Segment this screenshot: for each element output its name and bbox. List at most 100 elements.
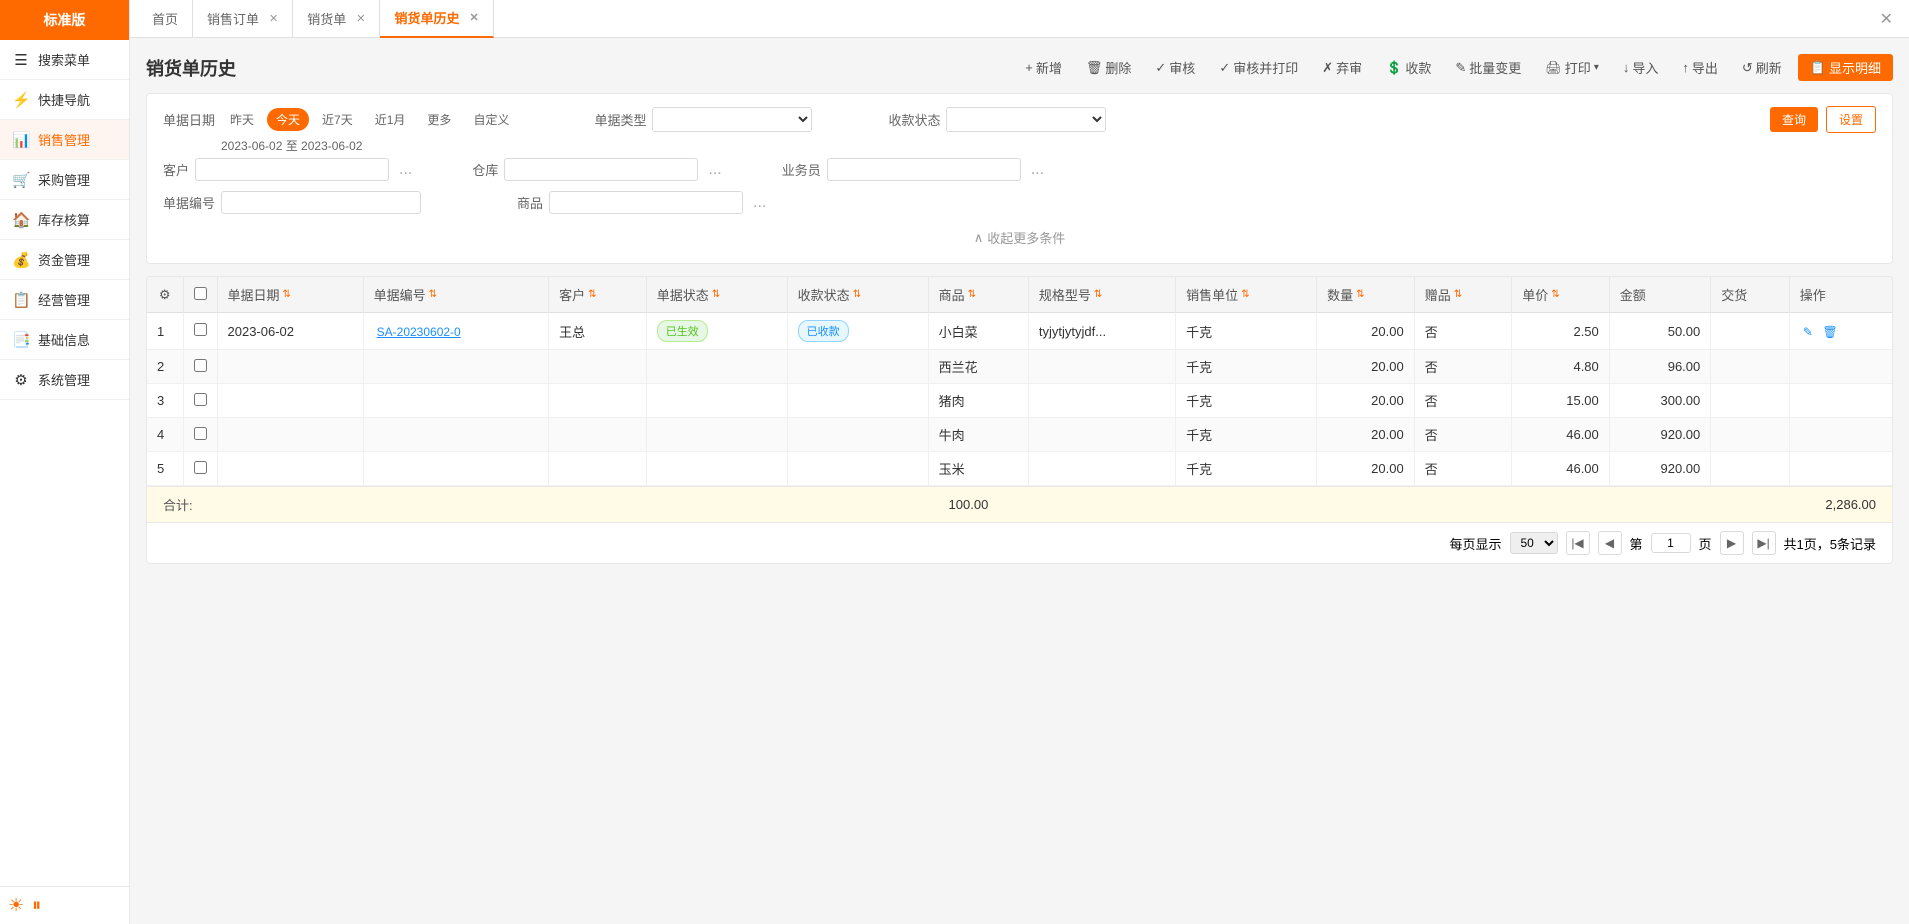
collect-button[interactable]: 💲 收款: [1378, 54, 1439, 81]
cell-checkbox[interactable]: [183, 350, 217, 384]
th-spec-type-sort[interactable]: ⇅: [1094, 289, 1102, 300]
salesperson-input[interactable]: [827, 158, 1021, 181]
tab-sales-delivery-close[interactable]: ✕: [356, 12, 365, 25]
row-checkbox[interactable]: [194, 323, 207, 336]
th-gift-sort[interactable]: ⇅: [1454, 289, 1462, 300]
doc-type-select[interactable]: [652, 107, 812, 132]
th-sales-unit[interactable]: 销售单位 ⇅: [1176, 277, 1317, 313]
th-checkbox[interactable]: [183, 277, 217, 313]
tab-sales-delivery[interactable]: 销货单 ✕: [293, 0, 380, 38]
date-chip-1month[interactable]: 近1月: [366, 108, 415, 131]
th-customer-sort[interactable]: ⇅: [588, 289, 596, 300]
goods-dots[interactable]: ...: [749, 194, 770, 212]
sidebar-item-ops-mgmt[interactable]: 📋 经营管理: [0, 280, 129, 320]
warehouse-input[interactable]: [504, 158, 698, 181]
show-detail-button[interactable]: 📋 显示明细: [1798, 54, 1893, 81]
last-page-btn[interactable]: ▶|: [1752, 531, 1776, 555]
cell-checkbox[interactable]: [183, 313, 217, 350]
audit-print-button[interactable]: ✓ 审核并打印: [1211, 54, 1306, 81]
collapse-filter-btn[interactable]: ∧ 收起更多条件: [163, 224, 1876, 251]
goods-input[interactable]: [549, 191, 743, 214]
row-checkbox[interactable]: [194, 461, 207, 474]
doc-number-link[interactable]: [374, 360, 380, 374]
tab-sales-history[interactable]: 销货单历史 ✕: [380, 0, 493, 38]
doc-number-link[interactable]: [374, 394, 380, 408]
prev-page-btn[interactable]: ◀: [1598, 531, 1622, 555]
tab-sales-order-close[interactable]: ✕: [269, 12, 278, 25]
tab-sales-history-close[interactable]: ✕: [470, 11, 479, 24]
cell-doc-number[interactable]: SA-20230602-0: [363, 313, 549, 350]
next-page-btn[interactable]: ▶: [1720, 531, 1744, 555]
sidebar-item-purchase-mgmt[interactable]: 🛒 采购管理: [0, 160, 129, 200]
date-chip-yesterday[interactable]: 昨天: [221, 108, 263, 131]
sidebar-collapse-btn[interactable]: ⏸: [32, 895, 41, 916]
select-all-checkbox[interactable]: [194, 287, 207, 300]
tab-sales-order[interactable]: 销售订单 ✕: [193, 0, 293, 38]
date-chip-today[interactable]: 今天: [267, 108, 309, 131]
sidebar-item-basic-info[interactable]: 📑 基础信息: [0, 320, 129, 360]
refresh-button[interactable]: ↺ 刷新: [1734, 54, 1790, 81]
import-button[interactable]: ↓ 导入: [1615, 54, 1667, 81]
sidebar-item-sales-mgmt[interactable]: 📊 销售管理: [0, 120, 129, 160]
salesperson-dots[interactable]: ...: [1027, 161, 1048, 179]
query-button[interactable]: 查询: [1770, 107, 1818, 132]
th-sales-unit-sort[interactable]: ⇅: [1241, 289, 1249, 300]
doc-number-link[interactable]: [374, 428, 380, 442]
page-number-input[interactable]: [1651, 533, 1691, 553]
th-doc-status-sort[interactable]: ⇅: [712, 289, 720, 300]
th-gift[interactable]: 赠品 ⇅: [1414, 277, 1512, 313]
sidebar-item-inventory[interactable]: 🏠 库存核算: [0, 200, 129, 240]
payment-status-select[interactable]: [946, 107, 1106, 132]
th-payment-status[interactable]: 收款状态 ⇅: [787, 277, 928, 313]
th-doc-date[interactable]: 单据日期 ⇅: [217, 277, 363, 313]
sidebar-settings-btn[interactable]: ☀: [8, 895, 24, 916]
row-checkbox[interactable]: [194, 359, 207, 372]
th-doc-date-sort[interactable]: ⇅: [283, 289, 291, 300]
th-doc-number[interactable]: 单据编号 ⇅: [363, 277, 549, 313]
cell-doc-number[interactable]: [363, 418, 549, 452]
action-删除[interactable]: 🗑: [1819, 325, 1840, 339]
cell-doc-number[interactable]: [363, 350, 549, 384]
th-goods[interactable]: 商品 ⇅: [928, 277, 1028, 313]
date-chip-custom[interactable]: 自定义: [464, 108, 518, 131]
doc-number-input[interactable]: [221, 191, 421, 214]
print-button[interactable]: 🖨 打印 ▾: [1537, 54, 1607, 81]
th-spec-type[interactable]: 规格型号 ⇅: [1028, 277, 1175, 313]
th-settings[interactable]: ⚙: [147, 277, 183, 313]
customer-dots[interactable]: ...: [395, 161, 416, 179]
th-goods-sort[interactable]: ⇅: [968, 289, 976, 300]
th-unit-price-sort[interactable]: ⇅: [1551, 289, 1559, 300]
th-doc-status[interactable]: 单据状态 ⇅: [646, 277, 787, 313]
sidebar-item-finance-mgmt[interactable]: 💰 资金管理: [0, 240, 129, 280]
th-unit-price[interactable]: 单价 ⇅: [1512, 277, 1610, 313]
th-qty-sort[interactable]: ⇅: [1356, 289, 1364, 300]
row-checkbox[interactable]: [194, 427, 207, 440]
settings-icon[interactable]: ⚙: [157, 287, 173, 303]
settings-filter-button[interactable]: 设置: [1826, 106, 1876, 133]
tab-bar-close[interactable]: ✕: [1872, 9, 1901, 29]
doc-number-link[interactable]: [374, 462, 380, 476]
customer-input[interactable]: [195, 158, 389, 181]
delete-button[interactable]: 🗑 删除: [1078, 54, 1140, 81]
audit-button[interactable]: ✓ 审核: [1147, 54, 1203, 81]
sidebar-item-quick-nav[interactable]: ⚡ 快捷导航: [0, 80, 129, 120]
th-payment-status-sort[interactable]: ⇅: [853, 289, 861, 300]
th-customer[interactable]: 客户 ⇅: [549, 277, 647, 313]
action-编辑[interactable]: ✎: [1800, 325, 1816, 339]
tab-home[interactable]: 首页: [138, 0, 193, 38]
sidebar-item-search-menu[interactable]: ☰ 搜索菜单: [0, 40, 129, 80]
cell-checkbox[interactable]: [183, 452, 217, 486]
date-chip-more[interactable]: 更多: [418, 108, 460, 131]
first-page-btn[interactable]: |◀: [1566, 531, 1590, 555]
cell-checkbox[interactable]: [183, 384, 217, 418]
add-button[interactable]: + 新增: [1017, 54, 1070, 81]
cell-doc-number[interactable]: [363, 452, 549, 486]
doc-number-link[interactable]: SA-20230602-0: [374, 325, 464, 339]
batch-change-button[interactable]: ✎ 批量变更: [1447, 54, 1529, 81]
warehouse-dots[interactable]: ...: [704, 161, 725, 179]
export-button[interactable]: ↑ 导出: [1674, 54, 1726, 81]
sidebar-item-system-mgmt[interactable]: ⚙ 系统管理: [0, 360, 129, 400]
th-doc-number-sort[interactable]: ⇅: [429, 289, 437, 300]
date-chip-7days[interactable]: 近7天: [313, 108, 362, 131]
th-qty[interactable]: 数量 ⇅: [1317, 277, 1415, 313]
